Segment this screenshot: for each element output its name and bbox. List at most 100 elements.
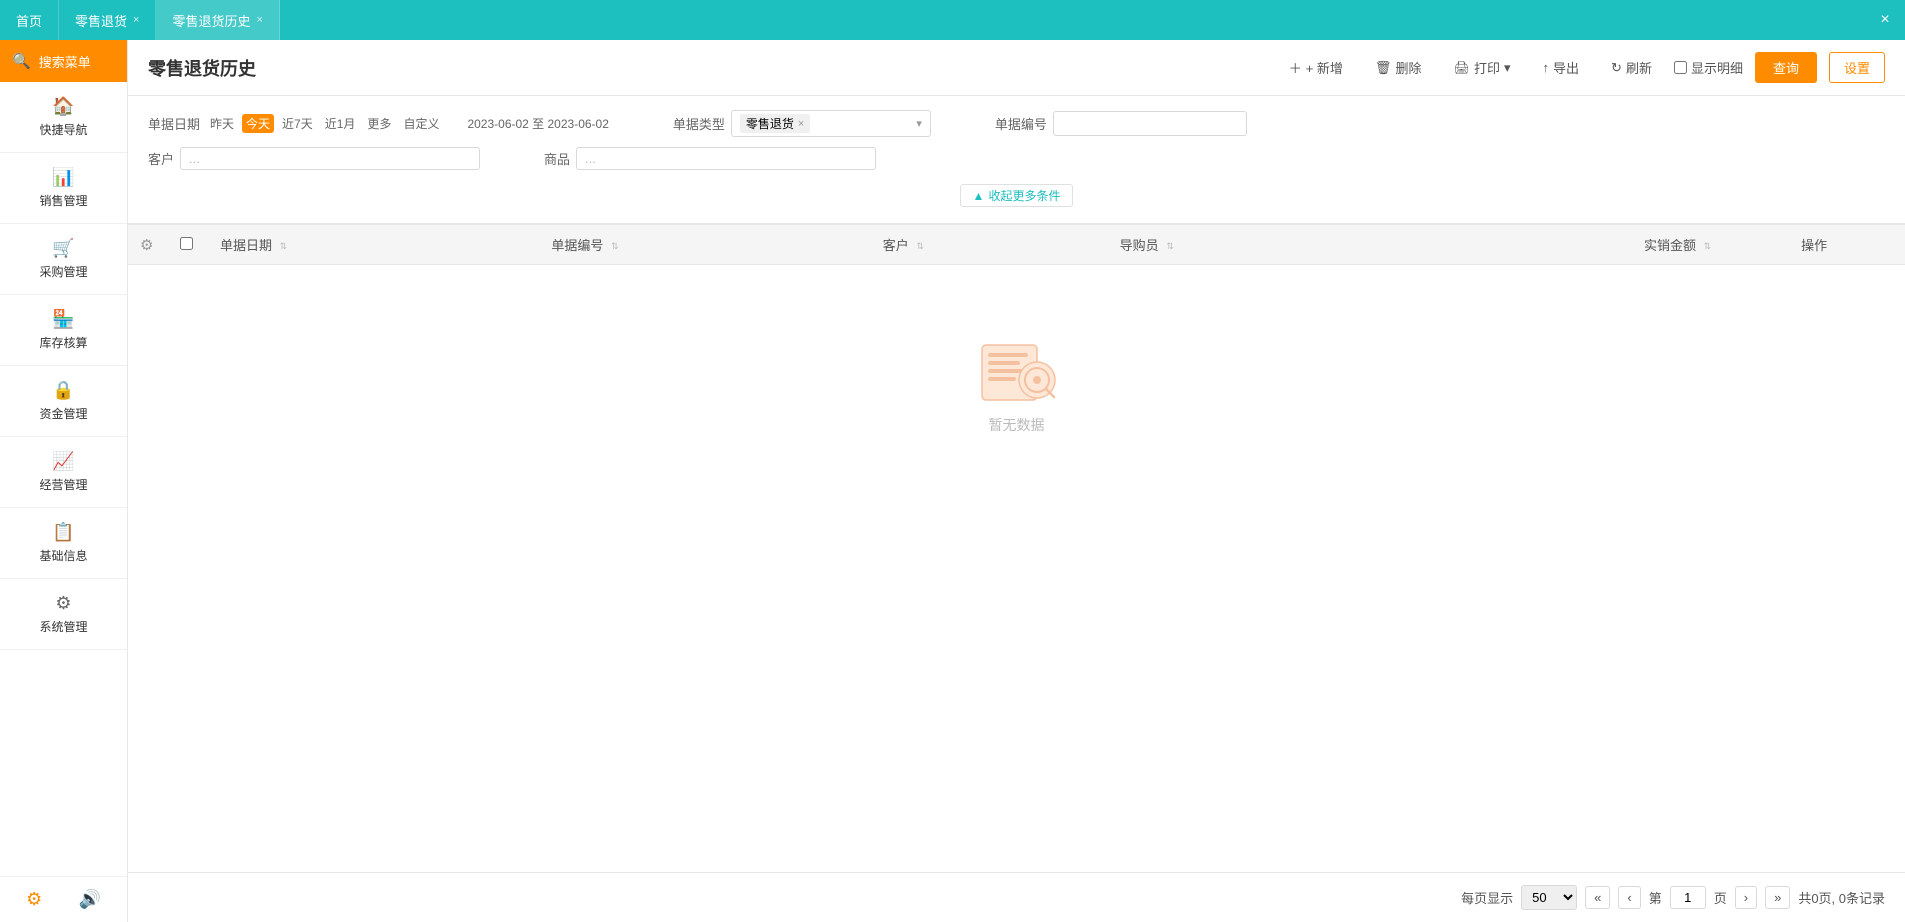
empty-cell: 暂无数据 [128, 265, 1905, 496]
page-title: 零售退货历史 [148, 55, 256, 81]
empty-row: 暂无数据 [128, 265, 1905, 496]
th-customer[interactable]: 客户 ⇅ [871, 225, 1108, 265]
window-close-button[interactable]: × [1865, 0, 1905, 40]
tab-retail-return-close[interactable]: × [133, 14, 139, 26]
tab-retail-return-label: 零售退货 [75, 11, 127, 30]
show-detail-checkbox-label[interactable]: 显示明细 [1674, 58, 1743, 77]
delete-icon: 🗑 [1375, 60, 1392, 76]
prev-page-button[interactable]: ‹ [1618, 886, 1640, 909]
doc-type-filter: 单据类型 零售退货 × ▾ [673, 110, 931, 137]
th-guide[interactable]: 导购员 ⇅ [1108, 225, 1392, 265]
date-more[interactable]: 更多 [363, 114, 395, 133]
page-size-label: 每页显示 [1461, 888, 1513, 907]
show-detail-label: 显示明细 [1691, 58, 1743, 77]
setting-button[interactable]: 设置 [1829, 52, 1885, 83]
date-custom[interactable]: 自定义 [399, 114, 443, 133]
select-all-checkbox[interactable] [180, 237, 193, 250]
table-header: ⚙ 单据日期 ⇅ 单据编号 ⇅ [128, 225, 1905, 265]
doc-type-tag-text: 零售退货 [746, 115, 794, 132]
empty-illustration [972, 325, 1062, 415]
delete-button[interactable]: 🗑 删除 [1365, 53, 1432, 82]
page-size-select[interactable]: 20 50 100 [1521, 885, 1577, 910]
settings-bottom-icon[interactable]: ⚙ [26, 889, 42, 910]
tab-retail-return[interactable]: 零售退货 × [59, 0, 156, 40]
collapse-row: ▲ 收起更多条件 [148, 180, 1885, 215]
print-button[interactable]: 🖨 打印 ▾ [1443, 53, 1520, 82]
sidebar-item-basic-info[interactable]: 📋 基础信息 [0, 508, 127, 579]
export-label: 导出 [1553, 58, 1579, 77]
amount-sort-icon: ⇅ [1704, 241, 1712, 252]
refresh-label: 刷新 [1626, 58, 1652, 77]
tab-retail-return-history[interactable]: 零售退货历史 × [156, 0, 279, 40]
doc-type-remove-icon[interactable]: × [798, 118, 804, 130]
th-amount[interactable]: 实销金额 ⇅ [1392, 225, 1723, 265]
sidebar-item-quick-nav[interactable]: 🏠 快捷导航 [0, 82, 127, 153]
date-1month[interactable]: 近1月 [321, 114, 360, 133]
sidebar-item-inventory-label: 库存核算 [39, 334, 87, 351]
sidebar-item-system[interactable]: ⚙ 系统管理 [0, 579, 127, 650]
th-settings: ⚙ [128, 225, 168, 265]
doc-type-select[interactable]: 零售退货 × ▾ [731, 110, 931, 137]
doc-no-filter: 单据编号 [995, 111, 1247, 136]
doc-no-sort-icon: ⇅ [611, 241, 619, 252]
filter-row-2: 客户 ... 商品 ... [148, 147, 1885, 170]
customer-select[interactable]: ... [180, 147, 480, 170]
date-today[interactable]: 今天 [242, 114, 274, 133]
date-yesterday[interactable]: 昨天 [206, 114, 238, 133]
page-input[interactable] [1670, 886, 1706, 909]
tab-home[interactable]: 首页 [0, 0, 59, 40]
goods-select[interactable]: ... [576, 147, 876, 170]
th-doc-no[interactable]: 单据编号 ⇅ [539, 225, 870, 265]
sidebar-item-finance[interactable]: 🔒 资金管理 [0, 366, 127, 437]
query-button[interactable]: 查询 [1755, 52, 1817, 83]
search-icon: 🔍 [12, 52, 31, 70]
doc-type-label: 单据类型 [673, 114, 725, 133]
volume-icon[interactable]: 🔊 [78, 889, 100, 910]
export-button[interactable]: ↑ 导出 [1533, 53, 1590, 82]
main-layout: 🔍 搜索菜单 🏠 快捷导航 📊 销售管理 🛒 采购管理 🏪 库存核算 🔒 资金管… [0, 40, 1905, 922]
date-filter-label: 单据日期 [148, 114, 200, 133]
sidebar-bottom: ⚙ 🔊 [0, 876, 127, 922]
refresh-button[interactable]: ↻ 刷新 [1601, 53, 1662, 82]
date-range-text: 2023-06-02 至 2023-06-02 [467, 115, 608, 132]
next-page-button[interactable]: › [1735, 886, 1757, 909]
tab-list: 首页 零售退货 × 零售退货历史 × [0, 0, 1865, 40]
doc-no-input[interactable] [1053, 111, 1247, 136]
tab-retail-return-history-close[interactable]: × [256, 14, 262, 26]
header-actions: ＋ + 新增 🗑 删除 🖨 打印 ▾ ↑ 导出 ↻ [1279, 52, 1885, 83]
last-page-button[interactable]: » [1765, 886, 1790, 909]
inventory-icon: 🏪 [52, 309, 74, 330]
doc-type-tag: 零售退货 × [740, 114, 810, 133]
search-menu-button[interactable]: 🔍 搜索菜单 [0, 40, 127, 82]
filter-area: 单据日期 昨天 今天 近7天 近1月 更多 自定义 2023-06-02 至 2… [128, 96, 1905, 224]
show-detail-checkbox[interactable] [1674, 61, 1687, 74]
sidebar-item-operations[interactable]: 📈 经营管理 [0, 437, 127, 508]
pagination-bar: 每页显示 20 50 100 « ‹ 第 页 › » 共0页, 0条记录 [128, 872, 1905, 922]
customer-label: 客户 [148, 149, 174, 168]
customer-sort-icon: ⇅ [916, 241, 924, 252]
data-table: ⚙ 单据日期 ⇅ 单据编号 ⇅ [128, 224, 1905, 495]
doc-no-label: 单据编号 [995, 114, 1047, 133]
th-doc-date-label: 单据日期 [220, 238, 272, 253]
search-menu-label: 搜索菜单 [39, 52, 91, 71]
table-settings-icon[interactable]: ⚙ [140, 237, 153, 254]
add-button[interactable]: ＋ + 新增 [1279, 53, 1353, 82]
collapse-button[interactable]: ▲ 收起更多条件 [960, 184, 1074, 207]
top-bar: 首页 零售退货 × 零售退货历史 × × [0, 0, 1905, 40]
sidebar-item-inventory[interactable]: 🏪 库存核算 [0, 295, 127, 366]
tab-retail-return-history-label: 零售退货历史 [172, 11, 250, 30]
date-7days[interactable]: 近7天 [278, 114, 317, 133]
refresh-icon: ↻ [1611, 60, 1622, 76]
first-page-button[interactable]: « [1585, 886, 1610, 909]
page-label: 页 [1714, 888, 1727, 907]
sidebar-item-finance-label: 资金管理 [39, 405, 87, 422]
th-doc-date[interactable]: 单据日期 ⇅ [208, 225, 539, 265]
sidebar: 🔍 搜索菜单 🏠 快捷导航 📊 销售管理 🛒 采购管理 🏪 库存核算 🔒 资金管… [0, 40, 128, 922]
purchase-icon: 🛒 [52, 238, 74, 259]
finance-icon: 🔒 [52, 380, 74, 401]
collapse-up-icon: ▲ [973, 189, 985, 203]
th-guide-label: 导购员 [1120, 238, 1159, 253]
sidebar-item-sales[interactable]: 📊 销售管理 [0, 153, 127, 224]
table-wrapper: ⚙ 单据日期 ⇅ 单据编号 ⇅ [128, 224, 1905, 872]
sidebar-item-purchase[interactable]: 🛒 采购管理 [0, 224, 127, 295]
